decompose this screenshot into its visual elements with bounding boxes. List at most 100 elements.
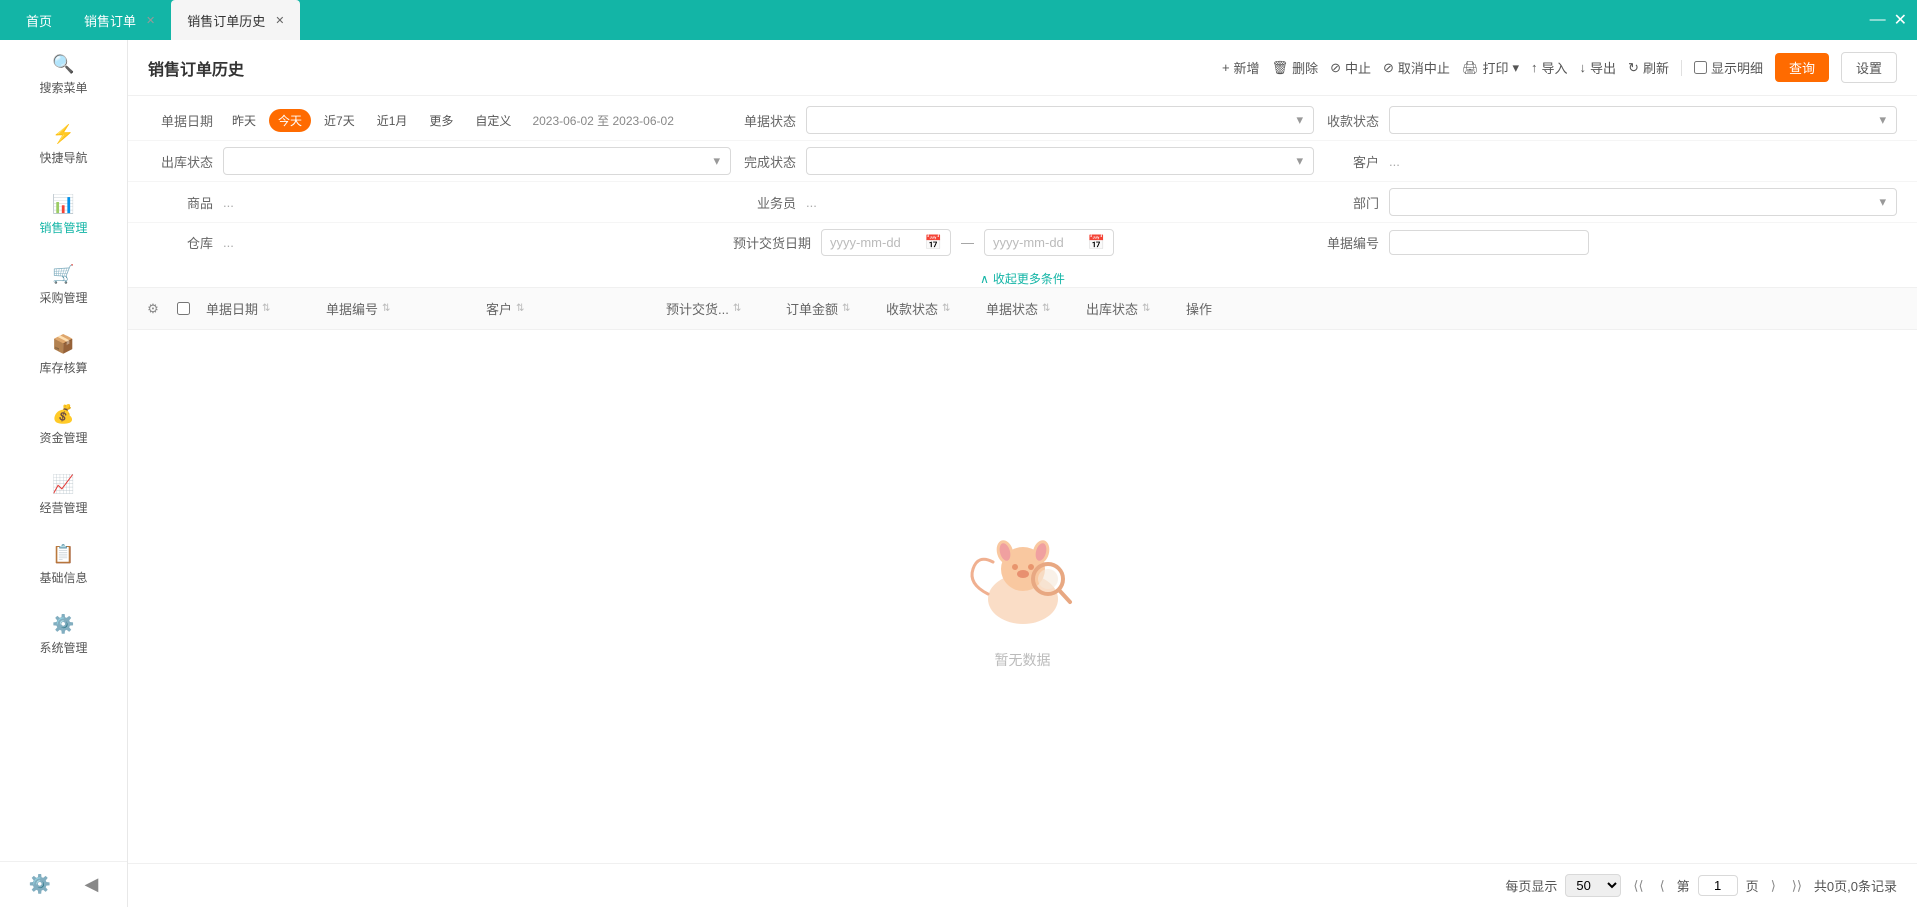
quick-nav-icon: ⚡ xyxy=(52,124,74,145)
sidebar-item-inventory[interactable]: 📦 库存核算 xyxy=(0,320,127,390)
basic-info-icon: 📋 xyxy=(52,544,74,565)
col-header-amount[interactable]: 订单金额 ⇅ xyxy=(778,299,878,318)
customer-select[interactable]: ... xyxy=(1389,154,1400,169)
tab-sales-order[interactable]: 销售订单 ✕ xyxy=(68,0,171,40)
first-page-button[interactable]: ⟨⟨ xyxy=(1629,876,1647,896)
date-tab-last1m[interactable]: 近1月 xyxy=(368,109,417,132)
main-layout: 🔍 搜索菜单 ⚡ 快捷导航 📊 销售管理 🛒 采购管理 📦 库存核算 💰 资金管… xyxy=(0,40,1917,907)
date-tab-more[interactable]: 更多 xyxy=(420,109,462,132)
print-button[interactable]: 🖨 打印 ▾ xyxy=(1462,58,1519,77)
complete-status-chevron: ▾ xyxy=(1296,153,1303,169)
new-button[interactable]: + 新增 xyxy=(1222,58,1260,77)
query-button[interactable]: 查询 xyxy=(1775,53,1829,82)
salesman-select[interactable]: ... xyxy=(806,195,817,210)
stop-button[interactable]: ⊘ 中止 xyxy=(1330,58,1371,77)
purchase-mgmt-icon: 🛒 xyxy=(52,264,74,285)
tab-home[interactable]: 首页 xyxy=(10,0,68,40)
col-header-num[interactable]: 单据编号 ⇅ xyxy=(318,299,478,318)
bill-status-select[interactable]: ▾ xyxy=(806,106,1314,134)
empty-illustration xyxy=(958,524,1088,634)
tab-sales-order-history[interactable]: 销售订单历史 ✕ xyxy=(171,0,300,40)
col-header-out[interactable]: 出库状态 ⇅ xyxy=(1078,299,1178,318)
sidebar-item-system-mgmt[interactable]: ⚙️ 系统管理 xyxy=(0,600,127,670)
show-detail-input[interactable] xyxy=(1694,61,1707,74)
date-tabs-container: 昨天 今天 近7天 近1月 更多 自定义 2023-06-02 至 2023-0… xyxy=(223,109,674,132)
sidebar-item-finance[interactable]: 💰 资金管理 xyxy=(0,390,127,460)
date-tab-last7[interactable]: 近7天 xyxy=(315,109,364,132)
export-button[interactable]: ↓ 导出 xyxy=(1580,58,1617,77)
col-header-action: 操作 xyxy=(1178,299,1907,318)
goods-select[interactable]: ... xyxy=(223,195,234,210)
receipt-status-filter: 收款状态 ▾ xyxy=(1314,106,1897,134)
next-page-button[interactable]: ⟩ xyxy=(1767,876,1780,896)
sort-amount-icon: ⇅ xyxy=(842,303,850,314)
refresh-button[interactable]: ↻ 刷新 xyxy=(1628,58,1669,77)
col-header-receipt[interactable]: 收款状态 ⇅ xyxy=(878,299,978,318)
warehouse-select[interactable]: ... xyxy=(223,235,234,250)
goods-filter: 商品 ... xyxy=(148,193,731,212)
dept-select[interactable]: ▾ xyxy=(1389,188,1897,216)
collapse-bar[interactable]: ∧ 收起更多条件 xyxy=(128,270,1917,287)
cancel-stop-button[interactable]: ⊘ 取消中止 xyxy=(1383,58,1450,77)
date-tab-yesterday[interactable]: 昨天 xyxy=(223,109,265,132)
sidebar-item-search-menu[interactable]: 🔍 搜索菜单 xyxy=(0,40,127,110)
date-label: 单据日期 xyxy=(148,111,223,130)
sidebar-item-operations[interactable]: 📈 经营管理 xyxy=(0,460,127,530)
table-settings-button[interactable]: ⚙ xyxy=(138,294,168,324)
warehouse-label: 仓库 xyxy=(148,233,223,252)
window-close[interactable]: ✕ xyxy=(1894,10,1907,30)
bill-status-label: 单据状态 xyxy=(731,111,806,130)
out-status-filter: 出库状态 ▾ xyxy=(148,147,731,175)
delivery-date-filter: 预计交货日期 yyyy-mm-dd 📅 — yyyy-mm-dd 📅 xyxy=(731,229,1314,256)
bill-num-input[interactable] xyxy=(1389,230,1589,255)
prev-page-button[interactable]: ⟨ xyxy=(1656,876,1669,896)
receipt-status-select[interactable]: ▾ xyxy=(1389,106,1897,134)
settings-button[interactable]: 设置 xyxy=(1841,52,1897,83)
sidebar-item-basic-info[interactable]: 📋 基础信息 xyxy=(0,530,127,600)
col-header-date[interactable]: 单据日期 ⇅ xyxy=(198,299,318,318)
import-button[interactable]: ↑ 导入 xyxy=(1531,58,1568,77)
bill-num-label: 单据编号 xyxy=(1314,233,1389,252)
complete-status-select[interactable]: ▾ xyxy=(806,147,1314,175)
per-page-select[interactable]: 50 10 20 100 xyxy=(1565,874,1621,897)
sidebar-item-purchase-mgmt[interactable]: 🛒 采购管理 xyxy=(0,250,127,320)
delivery-date-label: 预计交货日期 xyxy=(731,233,821,252)
page-number-input[interactable] xyxy=(1698,875,1738,896)
delivery-date-start[interactable]: yyyy-mm-dd 📅 xyxy=(821,229,951,256)
show-detail-checkbox[interactable]: 显示明细 xyxy=(1694,58,1763,77)
sidebar-bottom: ⚙️ ◀ xyxy=(0,861,127,907)
empty-text: 暂无数据 xyxy=(995,650,1051,670)
operations-icon: 📈 xyxy=(52,474,74,495)
delete-button[interactable]: 🗑 删除 xyxy=(1272,58,1319,77)
sort-customer-icon: ⇅ xyxy=(516,303,524,314)
out-status-select[interactable]: ▾ xyxy=(223,147,731,175)
col-header-delivery[interactable]: 预计交货... ⇅ xyxy=(658,299,778,318)
goods-label: 商品 xyxy=(148,193,223,212)
sidebar-collapse-icon[interactable]: ◀ xyxy=(84,874,98,895)
date-filter: 单据日期 昨天 今天 近7天 近1月 更多 自定义 2023-06-02 至 2… xyxy=(148,109,731,132)
sidebar: 🔍 搜索菜单 ⚡ 快捷导航 📊 销售管理 🛒 采购管理 📦 库存核算 💰 资金管… xyxy=(0,40,128,907)
tab-sales-order-history-close[interactable]: ✕ xyxy=(275,14,284,27)
finance-icon: 💰 xyxy=(52,404,74,425)
last-page-button[interactable]: ⟩⟩ xyxy=(1788,876,1806,896)
date-range-display: 2023-06-02 至 2023-06-02 xyxy=(532,112,673,129)
col-header-status[interactable]: 单据状态 ⇅ xyxy=(978,299,1078,318)
window-minimize[interactable]: — xyxy=(1870,11,1886,29)
delivery-date-end[interactable]: yyyy-mm-dd 📅 xyxy=(984,229,1114,256)
bill-status-filter: 单据状态 ▾ xyxy=(731,106,1314,134)
sidebar-item-quick-nav[interactable]: ⚡ 快捷导航 xyxy=(0,110,127,180)
toolbar-divider xyxy=(1681,60,1682,76)
date-tab-today[interactable]: 今天 xyxy=(269,109,311,132)
col-header-customer[interactable]: 客户 ⇅ xyxy=(478,299,658,318)
page-header: 销售订单历史 + 新增 🗑 删除 ⊘ 中止 ⊘ 取消中止 xyxy=(128,40,1917,96)
export-icon: ↓ xyxy=(1580,60,1587,75)
bill-num-filter: 单据编号 xyxy=(1314,230,1897,255)
sidebar-settings-icon[interactable]: ⚙️ xyxy=(29,874,51,895)
page-label: 页 xyxy=(1746,876,1759,895)
out-status-chevron: ▾ xyxy=(713,153,720,169)
tab-sales-order-close[interactable]: ✕ xyxy=(146,14,155,27)
select-all-checkbox[interactable] xyxy=(168,302,198,315)
date-tab-custom[interactable]: 自定义 xyxy=(466,109,520,132)
toolbar: + 新增 🗑 删除 ⊘ 中止 ⊘ 取消中止 🖨 打印 xyxy=(1222,52,1897,83)
sidebar-item-sales-mgmt[interactable]: 📊 销售管理 xyxy=(0,180,127,250)
